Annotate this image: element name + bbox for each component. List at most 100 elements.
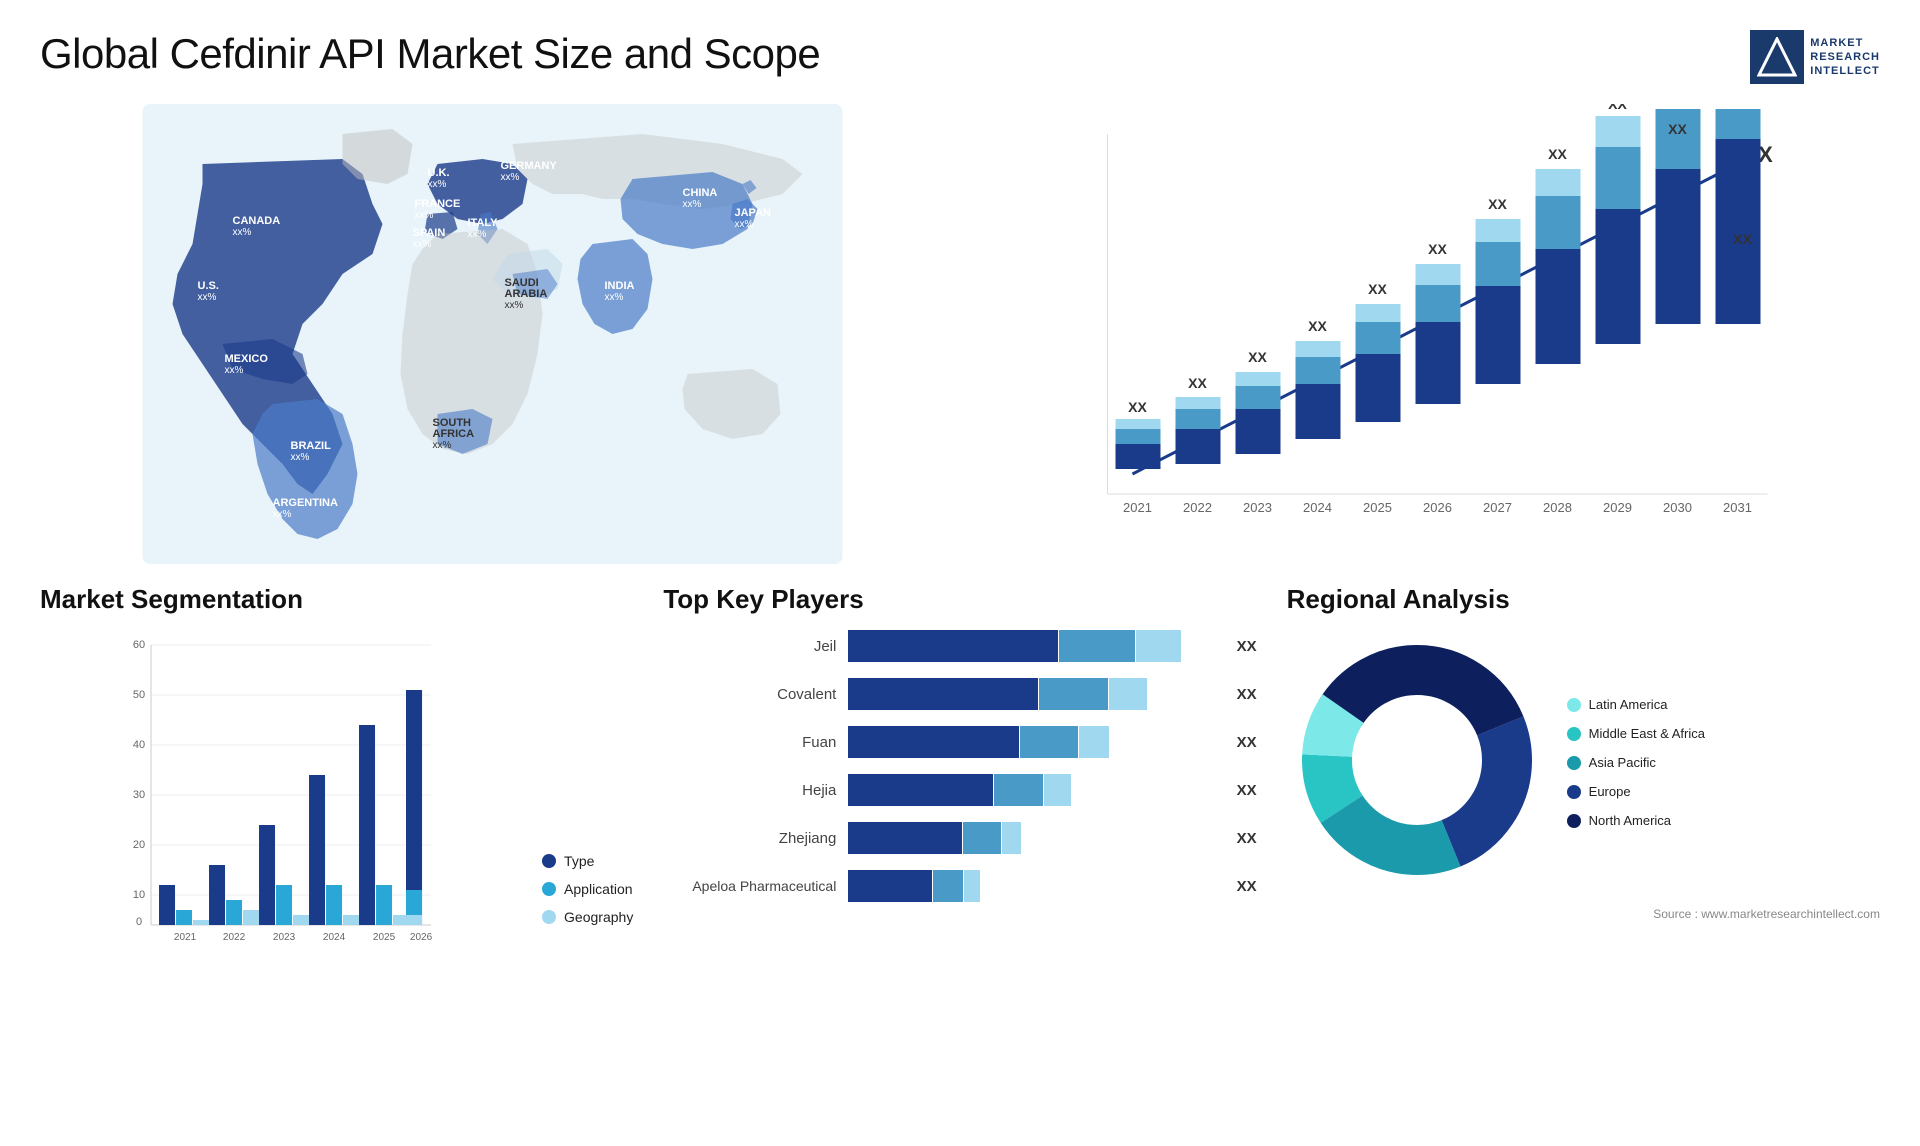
- legend-app: Application: [542, 881, 633, 897]
- player-name-apeloa: Apeloa Pharmaceutical: [663, 878, 848, 894]
- svg-text:xx%: xx%: [605, 292, 624, 303]
- player-row-covalent: Covalent XX: [663, 678, 1256, 710]
- legend-apac-dot: [1567, 756, 1581, 770]
- legend-app-dot: [542, 882, 556, 896]
- legend-na: North America: [1567, 813, 1705, 828]
- svg-text:2027: 2027: [1483, 500, 1512, 515]
- svg-text:JAPAN: JAPAN: [735, 207, 772, 219]
- legend-type: Type: [542, 853, 633, 869]
- logo: MARKET RESEARCH INTELLECT: [1750, 30, 1880, 84]
- svg-text:xx%: xx%: [198, 292, 217, 303]
- player-value-fuan: XX: [1237, 734, 1257, 751]
- bar-chart-section: XX XX 2021 XX 2022 XX 2023 XX: [975, 104, 1880, 564]
- svg-text:2023: 2023: [1243, 500, 1272, 515]
- svg-text:xx%: xx%: [413, 239, 432, 250]
- player-bar-jeil: [848, 630, 1228, 662]
- player-value-jeil: XX: [1237, 638, 1257, 655]
- player-name-fuan: Fuan: [663, 734, 848, 751]
- legend-type-dot: [542, 854, 556, 868]
- segmentation-section: Market Segmentation 60 50 40 30 20 10 0: [40, 584, 633, 955]
- legend-mea-dot: [1567, 727, 1581, 741]
- player-name-zhejiang: Zhejiang: [663, 830, 848, 847]
- svg-text:40: 40: [133, 739, 145, 751]
- svg-text:xx%: xx%: [735, 219, 754, 230]
- player-bar-fuan: [848, 726, 1228, 758]
- legend-type-label: Type: [564, 853, 594, 869]
- svg-text:BRAZIL: BRAZIL: [291, 440, 332, 452]
- legend-mea: Middle East & Africa: [1567, 726, 1705, 741]
- source-label: Source : www.marketresearchintellect.com: [1653, 907, 1880, 921]
- legend-geo-label: Geography: [564, 909, 633, 925]
- player-bar-covalent: [848, 678, 1228, 710]
- svg-text:xx%: xx%: [233, 227, 252, 238]
- svg-text:xx%: xx%: [505, 300, 524, 311]
- player-row-jeil: Jeil XX: [663, 630, 1256, 662]
- page-header: Global Cefdinir API Market Size and Scop…: [40, 30, 1880, 84]
- svg-text:2025: 2025: [373, 932, 396, 943]
- svg-text:2022: 2022: [1183, 500, 1212, 515]
- player-name-covalent: Covalent: [663, 686, 848, 703]
- svg-text:CHINA: CHINA: [683, 187, 718, 199]
- svg-text:XX: XX: [1668, 121, 1687, 137]
- players-title: Top Key Players: [663, 584, 1256, 615]
- svg-text:U.K.: U.K.: [428, 167, 450, 179]
- svg-text:2026: 2026: [1423, 500, 1452, 515]
- legend-europe-dot: [1567, 785, 1581, 799]
- svg-text:30: 30: [133, 789, 145, 801]
- seg-legend: Type Application Geography: [542, 853, 633, 955]
- svg-text:xx%: xx%: [501, 172, 520, 183]
- segmentation-chart: 60 50 40 30 20 10 0: [40, 630, 522, 950]
- svg-text:xx%: xx%: [225, 365, 244, 376]
- player-row-apeloa: Apeloa Pharmaceutical XX: [663, 870, 1256, 902]
- svg-text:2024: 2024: [1303, 500, 1332, 515]
- legend-apac-label: Asia Pacific: [1589, 755, 1656, 770]
- svg-text:60: 60: [133, 639, 145, 651]
- map-section: CANADA xx% U.S. xx% MEXICO xx% BRAZIL xx…: [40, 104, 945, 564]
- svg-text:MEXICO: MEXICO: [225, 353, 269, 365]
- svg-text:AFRICA: AFRICA: [433, 428, 475, 440]
- player-row-fuan: Fuan XX: [663, 726, 1256, 758]
- svg-text:XX: XX: [1128, 399, 1147, 415]
- regional-section: Regional Analysis: [1287, 584, 1880, 955]
- svg-text:XX: XX: [1188, 375, 1207, 391]
- svg-text:xx%: xx%: [428, 179, 447, 190]
- svg-text:XX: XX: [1248, 349, 1267, 365]
- player-value-zhejiang: XX: [1237, 830, 1257, 847]
- svg-text:2021: 2021: [1123, 500, 1152, 515]
- svg-text:0: 0: [136, 916, 142, 928]
- svg-text:xx%: xx%: [433, 440, 452, 451]
- svg-text:ARABIA: ARABIA: [505, 288, 548, 300]
- legend-mea-label: Middle East & Africa: [1589, 726, 1705, 741]
- player-bar-zhejiang: [848, 822, 1228, 854]
- legend-geo: Geography: [542, 909, 633, 925]
- svg-text:xx%: xx%: [468, 229, 487, 240]
- svg-text:2022: 2022: [223, 932, 246, 943]
- players-section: Top Key Players Jeil XX Covalent: [663, 584, 1256, 955]
- legend-app-label: Application: [564, 881, 633, 897]
- legend-latin-label: Latin America: [1589, 697, 1668, 712]
- svg-text:ARGENTINA: ARGENTINA: [273, 497, 338, 509]
- svg-text:2021: 2021: [174, 932, 197, 943]
- legend-latin-dot: [1567, 698, 1581, 712]
- player-row-hejia: Hejia XX: [663, 774, 1256, 806]
- svg-text:50: 50: [133, 689, 145, 701]
- legend-latin: Latin America: [1567, 697, 1705, 712]
- legend-geo-dot: [542, 910, 556, 924]
- svg-text:2023: 2023: [273, 932, 296, 943]
- svg-text:U.S.: U.S.: [198, 280, 219, 292]
- player-value-covalent: XX: [1237, 686, 1257, 703]
- player-bar-apeloa: [848, 870, 1228, 902]
- legend-europe: Europe: [1567, 784, 1705, 799]
- legend-apac: Asia Pacific: [1567, 755, 1705, 770]
- svg-text:XX: XX: [1428, 241, 1447, 257]
- svg-text:XX: XX: [1608, 104, 1627, 112]
- svg-text:2026: 2026: [410, 932, 433, 943]
- svg-text:XX: XX: [1488, 196, 1507, 212]
- svg-text:10: 10: [133, 889, 145, 901]
- legend-na-dot: [1567, 814, 1581, 828]
- svg-text:xx%: xx%: [415, 210, 434, 221]
- svg-text:FRANCE: FRANCE: [415, 198, 461, 210]
- player-name-hejia: Hejia: [663, 782, 848, 799]
- svg-text:2029: 2029: [1603, 500, 1632, 515]
- source-text: Source : www.marketresearchintellect.com: [1287, 905, 1880, 923]
